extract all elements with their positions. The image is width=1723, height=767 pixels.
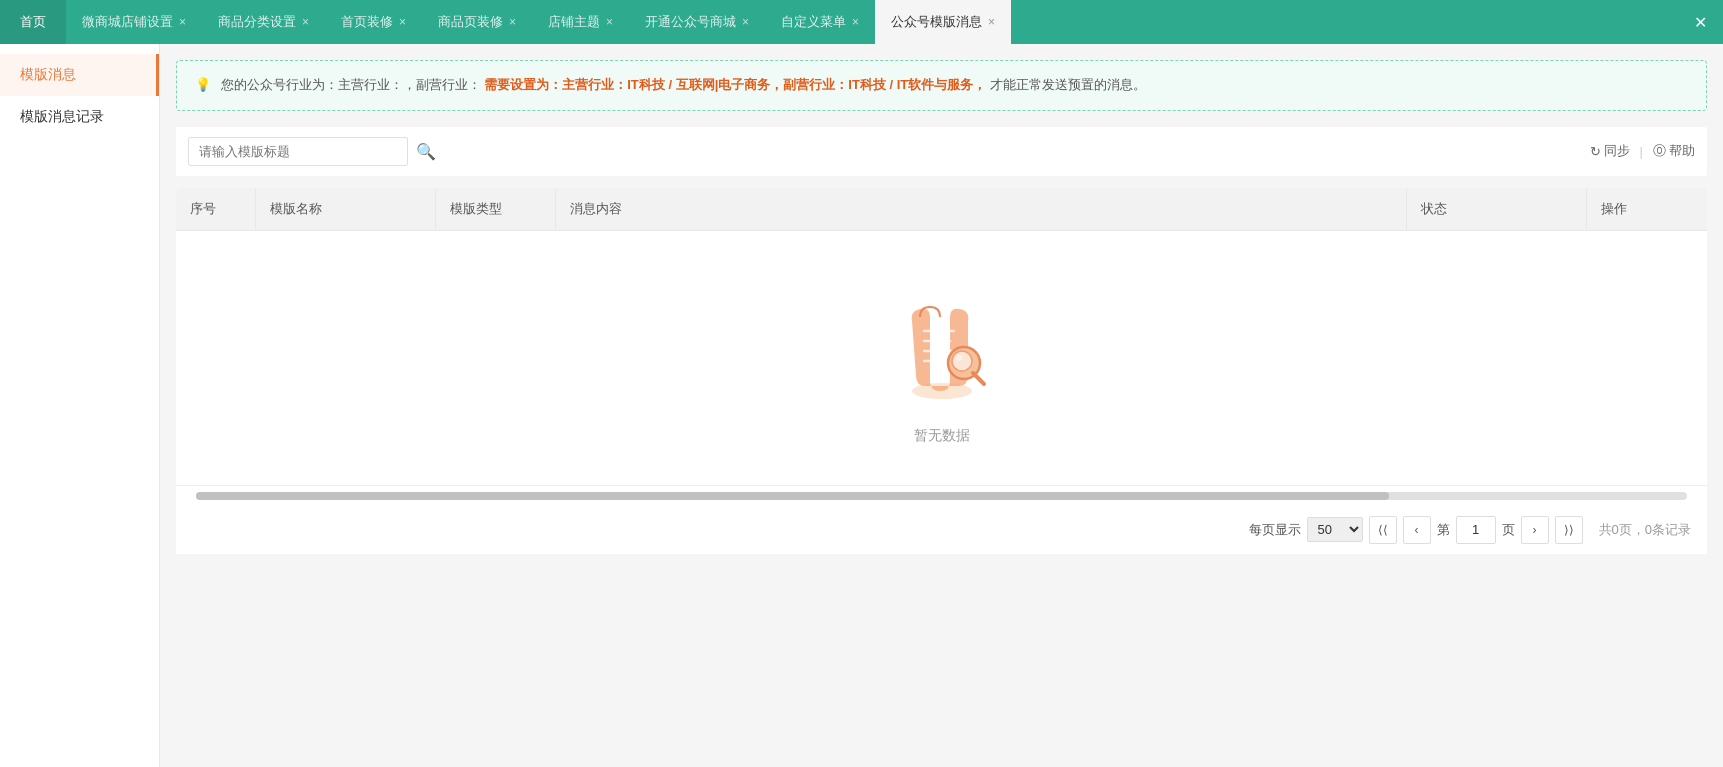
nav-tab-product-decor[interactable]: 商品页装修 ×: [422, 0, 532, 44]
home-decor-label: 首页装修: [341, 13, 393, 31]
product-decor-label: 商品页装修: [438, 13, 503, 31]
last-page-button[interactable]: ⟩⟩: [1555, 516, 1583, 544]
page-number-input[interactable]: [1456, 516, 1496, 544]
home-tab-label: 首页: [20, 13, 46, 31]
help-icon: ⓪: [1653, 142, 1666, 160]
close-open-mall[interactable]: ×: [742, 16, 749, 28]
search-bar: 🔍 ↻ 同步 | ⓪ 帮助: [176, 127, 1707, 176]
sync-button[interactable]: ↻ 同步: [1590, 142, 1630, 160]
table-header: 序号 模版名称 模版类型 消息内容 状态 操作: [176, 188, 1707, 231]
close-product-decor[interactable]: ×: [509, 16, 516, 28]
template-msg-label: 公众号模版消息: [891, 13, 982, 31]
banner-prefix: 您的公众号行业为：主营行业：，副营行业：: [221, 77, 481, 92]
nav-tab-open-mall[interactable]: 开通公众号商城 ×: [629, 0, 765, 44]
svg-point-8: [956, 355, 962, 361]
col-content: 消息内容: [556, 188, 1407, 230]
search-input[interactable]: [188, 137, 408, 166]
close-product-category[interactable]: ×: [302, 16, 309, 28]
divider: |: [1640, 144, 1643, 159]
col-action: 操作: [1587, 188, 1707, 230]
data-table: 序号 模版名称 模版类型 消息内容 状态 操作: [176, 188, 1707, 506]
first-page-button[interactable]: ⟨⟨: [1369, 516, 1397, 544]
page-prefix-label: 第: [1437, 521, 1450, 539]
sidebar-label-template-message: 模版消息: [20, 66, 76, 82]
search-left: 🔍: [188, 137, 436, 166]
nav-tab-product-category[interactable]: 商品分类设置 ×: [202, 0, 325, 44]
prev-page-button[interactable]: ‹: [1403, 516, 1431, 544]
total-info: 共0页，0条记录: [1599, 521, 1691, 539]
search-right: ↻ 同步 | ⓪ 帮助: [1590, 142, 1695, 160]
pagination: 每页显示 50 10 20 100 ⟨⟨ ‹ 第 页 › ⟩⟩ 共0页，0条记录: [176, 506, 1707, 554]
page-size-select[interactable]: 50 10 20 100: [1307, 517, 1363, 542]
svg-line-7: [973, 373, 984, 384]
sidebar-item-template-message[interactable]: 模版消息: [0, 54, 159, 96]
empty-state: 暂无数据: [176, 231, 1707, 485]
sync-label: 同步: [1604, 142, 1630, 160]
nav-tab-custom-menu[interactable]: 自定义菜单 ×: [765, 0, 875, 44]
scrollbar-row: [176, 485, 1707, 506]
weshop-settings-label: 微商城店铺设置: [82, 13, 173, 31]
shop-theme-label: 店铺主题: [548, 13, 600, 31]
col-index: 序号: [176, 188, 256, 230]
banner-highlight: 需要设置为：主营行业：IT科技 / 互联网|电子商务，副营行业：IT科技 / I…: [484, 77, 986, 92]
help-button[interactable]: ⓪ 帮助: [1653, 142, 1695, 160]
svg-point-6: [952, 351, 972, 371]
close-home-decor[interactable]: ×: [399, 16, 406, 28]
col-status: 状态: [1407, 188, 1587, 230]
main-layout: 模版消息 模版消息记录 💡 您的公众号行业为：主营行业：，副营行业： 需要设置为…: [0, 44, 1723, 767]
nav-tab-home[interactable]: 首页: [0, 0, 66, 44]
global-close-button[interactable]: ✕: [1678, 13, 1723, 32]
close-custom-menu[interactable]: ×: [852, 16, 859, 28]
search-icon[interactable]: 🔍: [416, 142, 436, 161]
nav-tab-weshop-settings[interactable]: 微商城店铺设置 ×: [66, 0, 202, 44]
nav-tab-template-msg[interactable]: 公众号模版消息 ×: [875, 0, 1011, 44]
empty-text: 暂无数据: [914, 427, 970, 445]
top-nav: 首页 微商城店铺设置 × 商品分类设置 × 首页装修 × 商品页装修 × 店铺主…: [0, 0, 1723, 44]
page-unit-label: 页: [1502, 521, 1515, 539]
open-mall-label: 开通公众号商城: [645, 13, 736, 31]
info-banner: 💡 您的公众号行业为：主营行业：，副营行业： 需要设置为：主营行业：IT科技 /…: [176, 60, 1707, 111]
nav-tab-shop-theme[interactable]: 店铺主题 ×: [532, 0, 629, 44]
nav-tab-home-decor[interactable]: 首页装修 ×: [325, 0, 422, 44]
page-size-label: 每页显示: [1249, 521, 1301, 539]
close-weshop-settings[interactable]: ×: [179, 16, 186, 28]
col-name: 模版名称: [256, 188, 436, 230]
col-type: 模版类型: [436, 188, 556, 230]
sync-icon: ↻: [1590, 144, 1601, 159]
help-label: 帮助: [1669, 142, 1695, 160]
sidebar: 模版消息 模版消息记录: [0, 44, 160, 767]
product-category-label: 商品分类设置: [218, 13, 296, 31]
close-template-msg[interactable]: ×: [988, 16, 995, 28]
next-page-button[interactable]: ›: [1521, 516, 1549, 544]
svg-point-0: [912, 383, 972, 399]
scrollbar-thumb[interactable]: [196, 492, 1389, 500]
empty-illustration: [882, 291, 1002, 411]
scrollbar-track[interactable]: [196, 492, 1687, 500]
banner-suffix: 才能正常发送预置的消息。: [990, 77, 1146, 92]
content-area: 💡 您的公众号行业为：主营行业：，副营行业： 需要设置为：主营行业：IT科技 /…: [160, 44, 1723, 767]
sidebar-label-template-record: 模版消息记录: [20, 108, 104, 124]
bulb-icon: 💡: [195, 77, 211, 92]
custom-menu-label: 自定义菜单: [781, 13, 846, 31]
sidebar-item-template-record[interactable]: 模版消息记录: [0, 96, 159, 138]
close-shop-theme[interactable]: ×: [606, 16, 613, 28]
